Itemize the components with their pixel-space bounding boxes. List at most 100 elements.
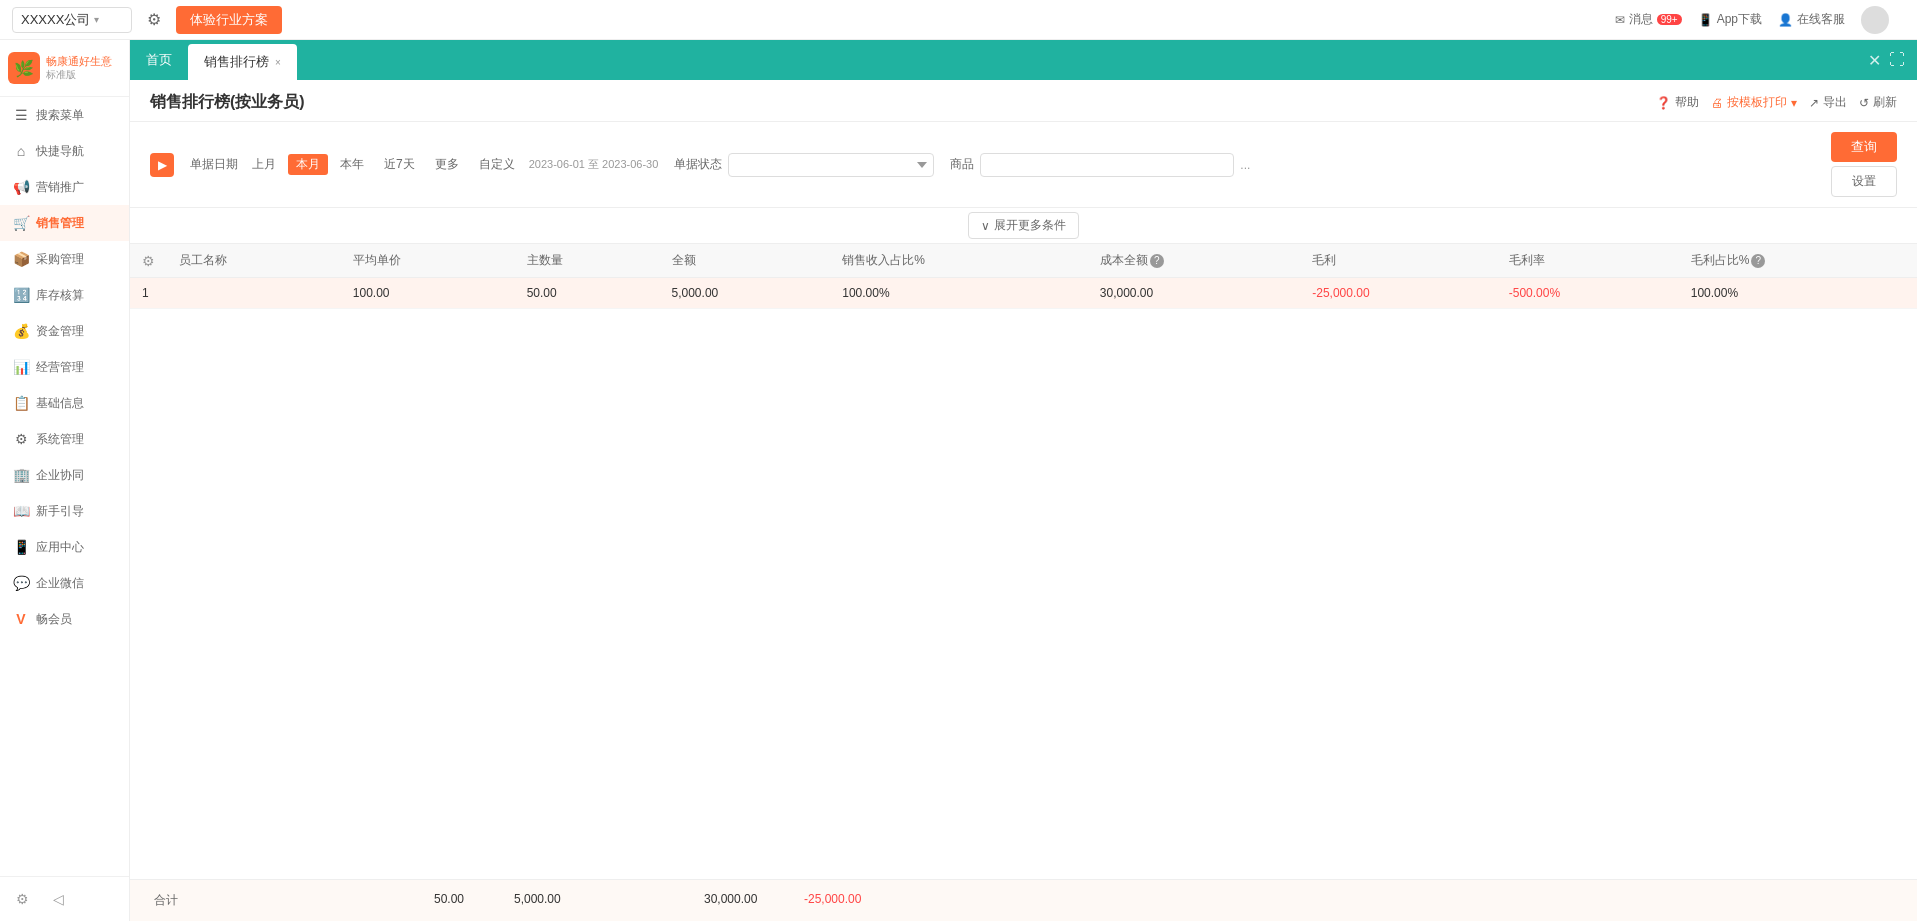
date-tab-current-month[interactable]: 本月 [288,154,328,175]
sidebar-label-guide: 新手引导 [36,503,84,520]
sidebar-label-marketing: 营销推广 [36,179,84,196]
sidebar-collapse-btn[interactable]: ◁ [44,885,72,913]
column-settings-icon[interactable]: ⚙ [142,253,155,269]
filter-expand-arrow[interactable]: ▶ [150,153,174,177]
sidebar: 🌿 畅康通好生意 标准版 ☰ 搜索菜单 ⌂ 快捷导航 📢 营销推广 🛒 销售 [0,40,130,921]
message-icon: ✉ [1615,13,1625,27]
setup-button[interactable]: 设置 [1831,166,1897,197]
message-badge: 99+ [1657,14,1682,25]
trial-btn[interactable]: 体验行业方案 [176,6,282,34]
help-icon: ❓ [1656,96,1671,110]
filter-right-buttons: 查询 设置 [1831,132,1897,197]
expand-more-row: ∨ 展开更多条件 [130,208,1917,244]
company-selector[interactable]: XXXXX公司 ▾ [12,7,132,33]
table-row: 1 100.00 50.00 5,000.00 100.00% 30,000.0… [130,278,1917,309]
tab-close-window-btn[interactable]: ✕ [1868,51,1881,70]
marketing-icon: 📢 [12,178,30,196]
sidebar-logo: 🌿 畅康通好生意 标准版 [0,40,129,97]
cell-avg-price: 100.00 [341,278,515,309]
tab-home[interactable]: 首页 [130,40,188,80]
sidebar-label-basic: 基础信息 [36,395,84,412]
sidebar-item-system[interactable]: ⚙ 系统管理 [0,421,129,457]
service-icon: 👤 [1778,13,1793,27]
app-download-btn[interactable]: 📱 App下载 [1698,11,1762,28]
cell-rank: 1 [130,278,167,309]
footer-sales-pct [592,888,692,913]
table-footer: 合计 50.00 5,000.00 30,000.00 -25,000.00 [130,879,1917,921]
top-bar: XXXXX公司 ▾ ⚙ 体验行业方案 ✉ 消息 99+ 📱 App下载 👤 在线… [0,0,1917,40]
tab-sales-ranking[interactable]: 销售排行榜 × [188,44,297,80]
sidebar-item-marketing[interactable]: 📢 营销推广 [0,169,129,205]
date-tab-prev-month[interactable]: 上月 [244,154,284,175]
tab-expand-btn[interactable]: ⛶ [1889,51,1905,69]
logo-text: 畅康通好生意 [46,54,112,68]
cell-main-qty: 50.00 [515,278,660,309]
sidebar-item-purchase[interactable]: 📦 采购管理 [0,241,129,277]
sidebar-item-member[interactable]: V 畅会员 [0,601,129,637]
sidebar-label-purchase: 采购管理 [36,251,84,268]
status-select[interactable] [728,153,934,177]
footer-cells: 合计 50.00 5,000.00 30,000.00 -25,000.00 [142,888,1905,913]
gross-pct-info-icon[interactable]: ? [1751,254,1765,268]
sidebar-item-appstore[interactable]: 📱 应用中心 [0,529,129,565]
expand-more-btn[interactable]: ∨ 展开更多条件 [968,212,1079,239]
avatar[interactable] [1861,6,1889,34]
sidebar-item-finance[interactable]: 💰 资金管理 [0,313,129,349]
page-header: 销售排行榜(按业务员) ❓ 帮助 🖨 按模板打印 ▾ ↗ [130,80,1917,122]
sidebar-label-operation: 经营管理 [36,359,84,376]
refresh-icon: ↺ [1859,96,1869,110]
sidebar-settings-btn[interactable]: ⚙ [8,885,36,913]
footer-cost-amount: 30,000.00 [692,888,792,913]
appstore-icon: 📱 [12,538,30,556]
date-tab-current-year[interactable]: 本年 [332,154,372,175]
guide-icon: 📖 [12,502,30,520]
sidebar-label-shortcut: 快捷导航 [36,143,84,160]
sidebar-item-inventory[interactable]: 🔢 库存核算 [0,277,129,313]
tab-close-icon[interactable]: × [275,57,281,68]
sidebar-label-wechat: 企业微信 [36,575,84,592]
app-download-label: App下载 [1717,11,1762,28]
cost-info-icon[interactable]: ? [1150,254,1164,268]
tab-bar: 首页 销售排行榜 × ✕ ⛶ [130,40,1917,80]
expand-more-label: 展开更多条件 [994,217,1066,234]
sidebar-label-finance: 资金管理 [36,323,84,340]
top-bar-right: ✉ 消息 99+ 📱 App下载 👤 在线客服 [1615,6,1905,34]
help-btn[interactable]: ❓ 帮助 [1656,94,1699,111]
date-tab-custom[interactable]: 自定义 [471,154,523,175]
sidebar-item-enterprise[interactable]: 🏢 企业协同 [0,457,129,493]
refresh-btn[interactable]: ↺ 刷新 [1859,94,1897,111]
query-button[interactable]: 查询 [1831,132,1897,162]
filter-area: ▶ 单据日期 上月 本月 本年 近7天 更多 自定义 [130,122,1917,208]
online-service-btn[interactable]: 👤 在线客服 [1778,11,1845,28]
app-icon: 📱 [1698,13,1713,27]
sidebar-item-sales[interactable]: 🛒 销售管理 [0,205,129,241]
topbar-settings-button[interactable]: ⚙ [140,6,168,34]
sidebar-item-basic[interactable]: 📋 基础信息 [0,385,129,421]
cell-gross-rate: -500.00% [1497,278,1679,309]
sidebar-item-shortcut[interactable]: ⌂ 快捷导航 [0,133,129,169]
goods-input[interactable] [980,153,1234,177]
print-label: 按模板打印 [1727,94,1787,111]
sidebar-item-operation[interactable]: 📊 经营管理 [0,349,129,385]
export-btn[interactable]: ↗ 导出 [1809,94,1847,111]
sidebar-item-wechat[interactable]: 💬 企业微信 [0,565,129,601]
table-header-row: ⚙ 员工名称 平均单价 主数量 全额 销售收入占比% 成本全额? 毛利 毛利率 [130,244,1917,278]
help-label: 帮助 [1675,94,1699,111]
finance-icon: 💰 [12,322,30,340]
print-btn[interactable]: 🖨 按模板打印 ▾ [1711,94,1797,111]
sidebar-item-guide[interactable]: 📖 新手引导 [0,493,129,529]
operation-icon: 📊 [12,358,30,376]
sidebar-label-sales: 销售管理 [36,215,84,232]
date-tab-7days[interactable]: 近7天 [376,154,423,175]
status-filter-label: 单据状态 [674,156,722,173]
wechat-icon: 💬 [12,574,30,592]
date-tab-more[interactable]: 更多 [427,154,467,175]
sidebar-item-search[interactable]: ☰ 搜索菜单 [0,97,129,133]
tab-bar-actions: ✕ ⛶ [1868,51,1917,70]
cell-employee [167,278,341,309]
date-filter-label: 单据日期 [190,156,238,173]
chevron-down-icon: ▾ [94,14,99,25]
message-btn[interactable]: ✉ 消息 99+ [1615,11,1682,28]
goods-more-btn[interactable]: ... [1240,158,1250,172]
search-menu-icon: ☰ [12,106,30,124]
